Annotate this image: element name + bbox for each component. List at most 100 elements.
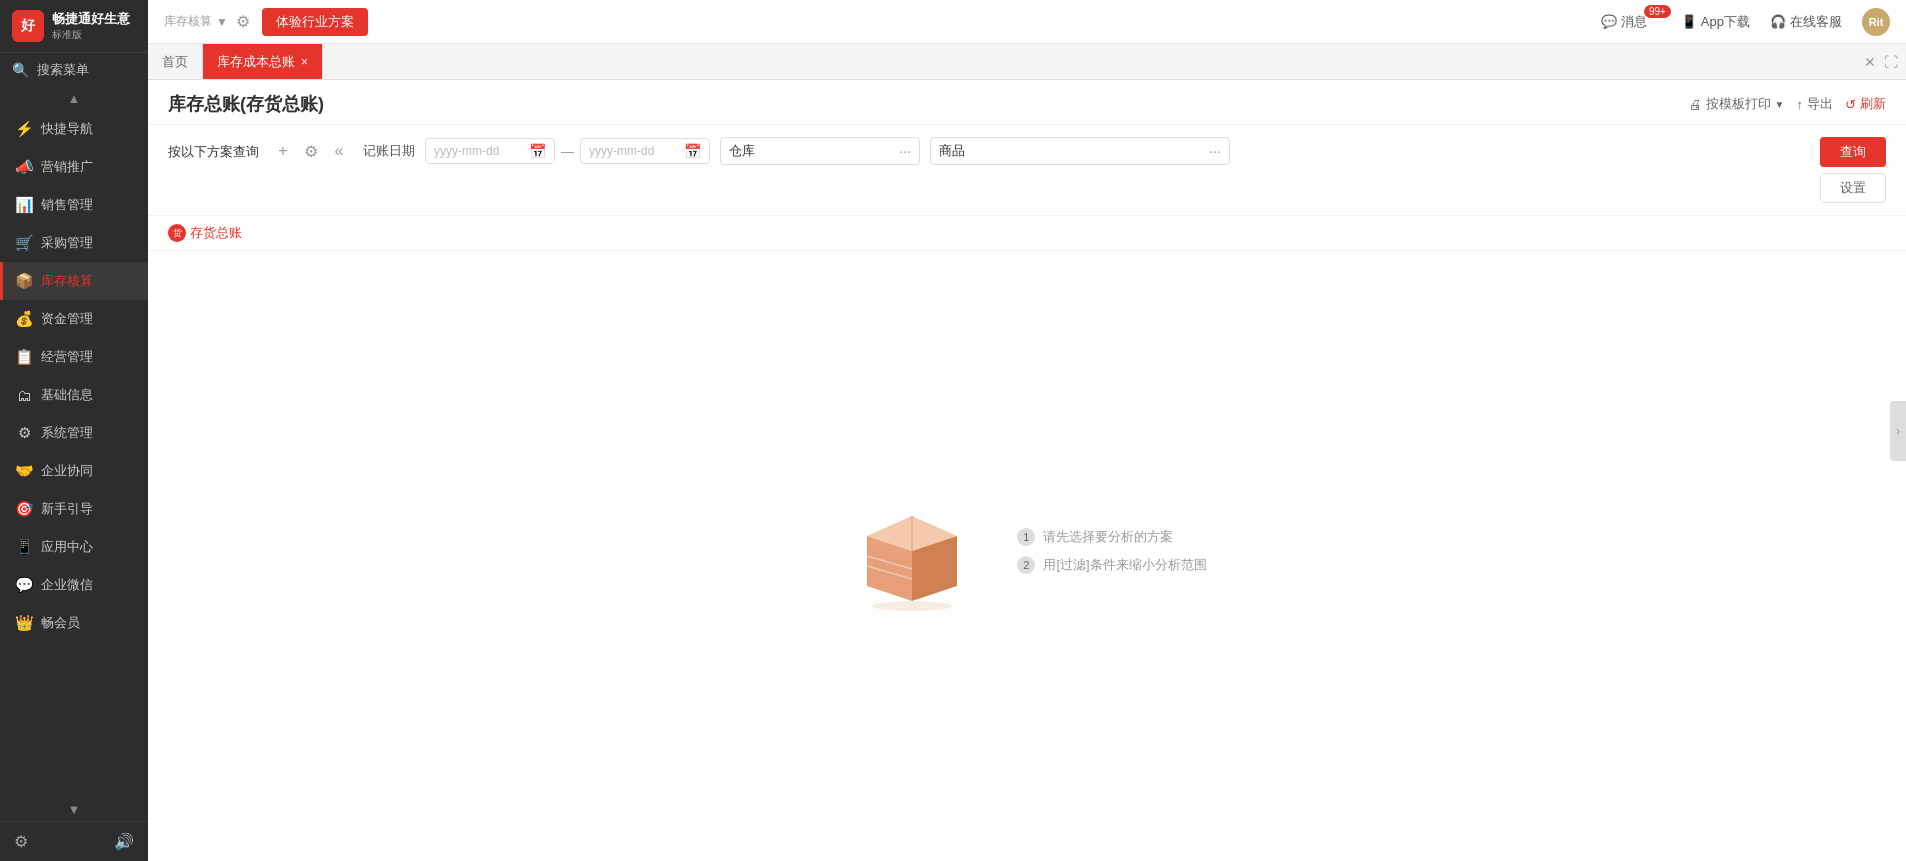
export-button[interactable]: ↑ 导出 [1797, 95, 1834, 113]
right-panel-toggle[interactable]: › [1890, 401, 1906, 461]
empty-svg-illustration [847, 501, 977, 611]
query-button[interactable]: 查询 [1820, 137, 1886, 167]
tab-home[interactable]: 首页 [148, 44, 203, 79]
search-menu[interactable]: 🔍 搜索菜单 [0, 53, 148, 87]
expand-panel-icon[interactable]: ⛶ [1884, 54, 1898, 70]
filter-controls: 记账日期 yyyy-mm-dd 📅 — yyyy-mm-dd 📅 仓库 ··· [363, 137, 1808, 165]
print-icon: 🖨 [1689, 97, 1702, 112]
sales-icon: 📊 [15, 196, 33, 214]
avatar-text: Rit [1869, 16, 1884, 28]
cooperation-label: 企业协同 [41, 462, 136, 480]
close-panel-icon[interactable]: ✕ [1864, 54, 1876, 70]
goods-more-icon: ··· [1209, 143, 1221, 159]
tabbar-actions: ✕ ⛶ [1864, 54, 1906, 70]
user-avatar[interactable]: Rit [1862, 8, 1890, 36]
app-download-btn[interactable]: 📱 App下载 [1681, 13, 1750, 31]
refresh-button[interactable]: ↺ 刷新 [1845, 95, 1886, 113]
finance-icon: 💰 [15, 310, 33, 328]
scheme-section: 货 存货总账 [148, 216, 1906, 251]
breadcrumb-dropdown[interactable]: ▼ [216, 15, 228, 29]
empty-hints: 1 请先选择要分析的方案 2 用[过滤]条件来缩小分析范围 [1017, 528, 1206, 584]
sidebar-logo: 好 畅捷通好生意 标准版 [0, 0, 148, 53]
trial-button[interactable]: 体验行业方案 [262, 8, 368, 36]
sidebar-item-newbie[interactable]: 🎯 新手引导 [0, 490, 148, 528]
breadcrumb-text: 库存核算 [164, 13, 212, 30]
service-icon: 🎧 [1770, 14, 1786, 29]
export-label: 导出 [1807, 95, 1833, 113]
membership-icon: 👑 [15, 614, 33, 632]
chevron-down-icon: ▼ [68, 802, 81, 817]
settings-button[interactable]: 设置 [1820, 173, 1886, 203]
settings-footer-icon[interactable]: ⚙ [14, 832, 28, 851]
sidebar-item-basic[interactable]: 🗂 基础信息 [0, 376, 148, 414]
scheme-item-icon: 货 [168, 224, 186, 242]
online-service-btn[interactable]: 🎧 在线客服 [1770, 13, 1842, 31]
inventory-label: 库存核算 [41, 272, 136, 290]
warehouse-label: 仓库 [729, 142, 755, 160]
app-center-icon: 📱 [15, 538, 33, 556]
scheme-item-inventory-ledger[interactable]: 货 存货总账 [168, 224, 242, 242]
purchase-label: 采购管理 [41, 234, 136, 252]
empty-hint-1: 1 请先选择要分析的方案 [1017, 528, 1206, 546]
sidebar-item-app-center[interactable]: 📱 应用中心 [0, 528, 148, 566]
sidebar-item-purchase[interactable]: 🛒 采购管理 [0, 224, 148, 262]
print-button[interactable]: 🖨 按模板打印 ▼ [1689, 95, 1785, 113]
messages-btn[interactable]: 💬 消息 99+ [1601, 13, 1661, 31]
goods-select[interactable]: 商品 ··· [930, 137, 1230, 165]
sidebar-item-membership[interactable]: 👑 畅会员 [0, 604, 148, 642]
calendar-end-icon: 📅 [684, 143, 701, 159]
purchase-icon: 🛒 [15, 234, 33, 252]
newbie-icon: 🎯 [15, 500, 33, 518]
edition-label: 标准版 [52, 28, 130, 41]
calendar-start-icon: 📅 [529, 143, 546, 159]
sidebar-item-inventory[interactable]: 📦 库存核算 [0, 262, 148, 300]
sidebar-item-finance[interactable]: 💰 资金管理 [0, 300, 148, 338]
newbie-label: 新手引导 [41, 500, 136, 518]
tab-inventory-ledger[interactable]: 库存成本总账 × [203, 44, 323, 79]
add-scheme-icon[interactable]: + [271, 139, 295, 163]
sidebar-item-system[interactable]: ⚙ 系统管理 [0, 414, 148, 452]
system-icon: ⚙ [15, 424, 33, 442]
goods-label: 商品 [939, 142, 965, 160]
date-end-input[interactable]: yyyy-mm-dd 📅 [580, 138, 710, 164]
hint-num-1: 1 [1017, 528, 1035, 546]
empty-illustration [847, 501, 977, 611]
refresh-icon: ↺ [1845, 97, 1856, 112]
operations-label: 经营管理 [41, 348, 136, 366]
audio-icon[interactable]: 🔊 [114, 832, 134, 851]
tabbar: 首页 库存成本总账 × ✕ ⛶ [148, 44, 1906, 80]
enterprise-wechat-icon: 💬 [15, 576, 33, 594]
quick-nav-label: 快捷导航 [41, 120, 136, 138]
collapse-filter-icon[interactable]: « [327, 139, 351, 163]
scroll-up-btn[interactable]: ▲ [0, 87, 148, 110]
active-tab-label: 库存成本总账 [217, 53, 295, 71]
topbar: 库存核算 ▼ ⚙ 体验行业方案 💬 消息 99+ 📱 App下载 🎧 在线客服 … [148, 0, 1906, 44]
chevron-up-icon: ▲ [68, 91, 81, 106]
home-tab-label: 首页 [162, 53, 188, 71]
sidebar-item-operations[interactable]: 📋 经营管理 [0, 338, 148, 376]
date-start-input[interactable]: yyyy-mm-dd 📅 [425, 138, 555, 164]
date-separator: — [561, 144, 574, 159]
hint-text-2: 用[过滤]条件来缩小分析范围 [1043, 556, 1206, 574]
sidebar-item-quick-nav[interactable]: ⚡ 快捷导航 [0, 110, 148, 148]
scroll-down-btn[interactable]: ▼ [0, 798, 148, 821]
warehouse-more-icon: ··· [899, 143, 911, 159]
page-header: 库存总账(存货总账) 🖨 按模板打印 ▼ ↑ 导出 ↺ 刷新 [148, 80, 1906, 125]
sidebar-footer: ⚙ 🔊 [0, 821, 148, 861]
basic-label: 基础信息 [41, 386, 136, 404]
app-download-label: App下载 [1701, 13, 1750, 31]
date-label: 记账日期 [363, 142, 415, 160]
finance-label: 资金管理 [41, 310, 136, 328]
sidebar-item-enterprise-wechat[interactable]: 💬 企业微信 [0, 566, 148, 604]
sidebar-item-marketing[interactable]: 📣 营销推广 [0, 148, 148, 186]
manage-scheme-icon[interactable]: ⚙ [299, 139, 323, 163]
warehouse-select[interactable]: 仓库 ··· [720, 137, 920, 165]
sidebar-item-cooperation[interactable]: 🤝 企业协同 [0, 452, 148, 490]
topbar-settings-icon[interactable]: ⚙ [236, 12, 250, 31]
topbar-right: 💬 消息 99+ 📱 App下载 🎧 在线客服 Rit [1601, 8, 1890, 36]
search-menu-label: 搜索菜单 [37, 61, 89, 79]
quick-nav-icon: ⚡ [15, 120, 33, 138]
brand-name: 畅捷通好生意 [52, 11, 130, 28]
sidebar-item-sales[interactable]: 📊 销售管理 [0, 186, 148, 224]
tab-close-icon[interactable]: × [301, 55, 308, 69]
